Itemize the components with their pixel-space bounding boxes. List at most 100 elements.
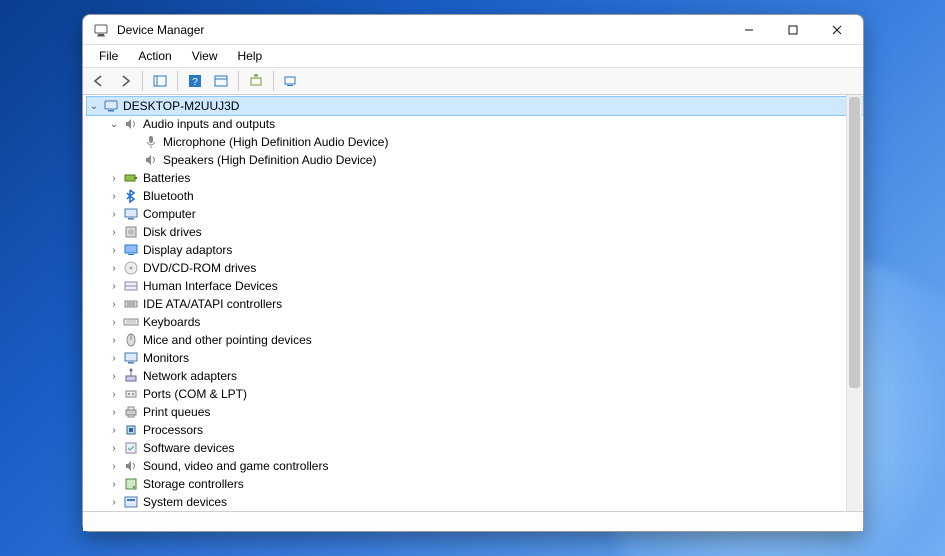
tree-node-label: Computer bbox=[143, 207, 196, 221]
minimize-button[interactable] bbox=[727, 16, 771, 44]
tree-category[interactable]: ›Print queues bbox=[107, 403, 863, 421]
tree-node-label: Disk drives bbox=[143, 225, 202, 239]
bluetooth-icon bbox=[123, 188, 139, 204]
expand-icon[interactable]: › bbox=[107, 207, 121, 221]
system-icon bbox=[123, 494, 139, 510]
tree-node-label: Display adaptors bbox=[143, 243, 232, 257]
menu-action[interactable]: Action bbox=[128, 47, 181, 65]
expand-icon[interactable]: › bbox=[107, 423, 121, 437]
speaker-icon bbox=[143, 152, 159, 168]
tree-node-label: Bluetooth bbox=[143, 189, 194, 203]
tree-category[interactable]: › Display adaptors bbox=[107, 241, 863, 259]
tree-node-label: IDE ATA/ATAPI controllers bbox=[143, 297, 282, 311]
tree-category[interactable]: › Processors bbox=[107, 421, 863, 439]
tree-category[interactable]: ›Monitors bbox=[107, 349, 863, 367]
tree-category[interactable]: ›Storage controllers bbox=[107, 475, 863, 493]
properties-button[interactable] bbox=[209, 70, 233, 92]
expand-icon[interactable]: › bbox=[107, 351, 121, 365]
expand-icon[interactable]: › bbox=[107, 297, 121, 311]
tree-category[interactable]: › Mice and other pointing devices bbox=[107, 331, 863, 349]
tree-node-label: DVD/CD-ROM drives bbox=[143, 261, 256, 275]
menu-view[interactable]: View bbox=[182, 47, 228, 65]
dvd-icon bbox=[123, 260, 139, 276]
toolbar-separator bbox=[273, 71, 274, 91]
nav-forward-button[interactable] bbox=[113, 70, 137, 92]
toolbar-separator bbox=[238, 71, 239, 91]
expand-icon[interactable]: › bbox=[107, 477, 121, 491]
tree-category[interactable]: › Keyboards bbox=[107, 313, 863, 331]
speaker-icon bbox=[123, 116, 139, 132]
tree-device-speakers[interactable]: Speakers (High Definition Audio Device) bbox=[127, 151, 863, 169]
expand-icon[interactable]: › bbox=[107, 459, 121, 473]
tree-node-label: Network adapters bbox=[143, 369, 237, 383]
titlebar[interactable]: Device Manager bbox=[83, 15, 863, 45]
expand-icon[interactable]: › bbox=[107, 369, 121, 383]
add-hardware-button[interactable] bbox=[279, 70, 303, 92]
tree-category[interactable]: › Batteries bbox=[107, 169, 863, 187]
expand-icon[interactable]: › bbox=[107, 189, 121, 203]
collapse-icon[interactable]: ⌄ bbox=[87, 99, 101, 113]
tree-category[interactable]: › DVD/CD-ROM drives bbox=[107, 259, 863, 277]
expand-icon[interactable]: › bbox=[107, 171, 121, 185]
expand-icon[interactable]: › bbox=[107, 261, 121, 275]
scroll-thumb[interactable] bbox=[849, 97, 860, 388]
tree-category[interactable]: › Human Interface Devices bbox=[107, 277, 863, 295]
expand-icon[interactable]: › bbox=[107, 441, 121, 455]
toolbar-separator bbox=[177, 71, 178, 91]
ide-icon bbox=[123, 296, 139, 312]
collapse-icon[interactable]: ⌄ bbox=[107, 117, 121, 131]
tree-category[interactable]: › Computer bbox=[107, 205, 863, 223]
nav-back-button[interactable] bbox=[87, 70, 111, 92]
tree-node-label: Keyboards bbox=[143, 315, 200, 329]
close-button[interactable] bbox=[815, 16, 859, 44]
cpu-icon bbox=[123, 422, 139, 438]
expand-icon[interactable]: › bbox=[107, 387, 121, 401]
scan-hardware-button[interactable] bbox=[244, 70, 268, 92]
menu-file[interactable]: File bbox=[89, 47, 128, 65]
keyboard-icon bbox=[123, 314, 139, 330]
maximize-button[interactable] bbox=[771, 16, 815, 44]
device-manager-window: Device Manager File Action View Help ? ⌄ bbox=[82, 14, 864, 532]
tree-category[interactable]: › Sound, video and game controllers bbox=[107, 457, 863, 475]
display-icon bbox=[123, 242, 139, 258]
tree-node-label: Batteries bbox=[143, 171, 190, 185]
tree-device-microphone[interactable]: Microphone (High Definition Audio Device… bbox=[127, 133, 863, 151]
expand-icon[interactable]: › bbox=[107, 333, 121, 347]
tree-node-label: Sound, video and game controllers bbox=[143, 459, 328, 473]
tree-node-label: Mice and other pointing devices bbox=[143, 333, 312, 347]
speaker-icon bbox=[123, 458, 139, 474]
tree-category-audio[interactable]: ⌄ Audio inputs and outputs bbox=[107, 115, 863, 133]
tree-category[interactable]: › IDE ATA/ATAPI controllers bbox=[107, 295, 863, 313]
computer-icon bbox=[103, 98, 119, 114]
tree-category[interactable]: ›System devices bbox=[107, 493, 863, 511]
tree-category[interactable]: › Network adapters bbox=[107, 367, 863, 385]
window-title: Device Manager bbox=[117, 23, 204, 37]
tree-category[interactable]: › Disk drives bbox=[107, 223, 863, 241]
tree-node-label: Human Interface Devices bbox=[143, 279, 278, 293]
tree-category[interactable]: › Bluetooth bbox=[107, 187, 863, 205]
show-hide-button[interactable] bbox=[148, 70, 172, 92]
mouse-icon bbox=[123, 332, 139, 348]
device-tree-area[interactable]: ⌄ DESKTOP-M2UUJ3D ⌄ Audio inputs and o bbox=[83, 95, 863, 511]
tree-root-node[interactable]: ⌄ DESKTOP-M2UUJ3D bbox=[87, 97, 863, 115]
tree-category[interactable]: ›Software devices bbox=[107, 439, 863, 457]
toolbar: ? bbox=[83, 67, 863, 95]
expand-icon[interactable]: › bbox=[107, 243, 121, 257]
toolbar-separator bbox=[142, 71, 143, 91]
port-icon bbox=[123, 386, 139, 402]
expand-icon[interactable]: › bbox=[107, 405, 121, 419]
expand-icon[interactable]: › bbox=[107, 315, 121, 329]
expand-icon[interactable]: › bbox=[107, 495, 121, 509]
disk-icon bbox=[123, 224, 139, 240]
tree-node-label: Processors bbox=[143, 423, 203, 437]
expand-icon[interactable]: › bbox=[107, 279, 121, 293]
mic-icon bbox=[143, 134, 159, 150]
help-button[interactable]: ? bbox=[183, 70, 207, 92]
expand-icon[interactable]: › bbox=[107, 225, 121, 239]
svg-text:?: ? bbox=[192, 77, 198, 88]
tree-node-label: Audio inputs and outputs bbox=[143, 117, 275, 131]
menu-help[interactable]: Help bbox=[228, 47, 273, 65]
tree-category[interactable]: ›Ports (COM & LPT) bbox=[107, 385, 863, 403]
app-icon bbox=[93, 22, 109, 38]
vertical-scrollbar[interactable] bbox=[846, 95, 862, 511]
